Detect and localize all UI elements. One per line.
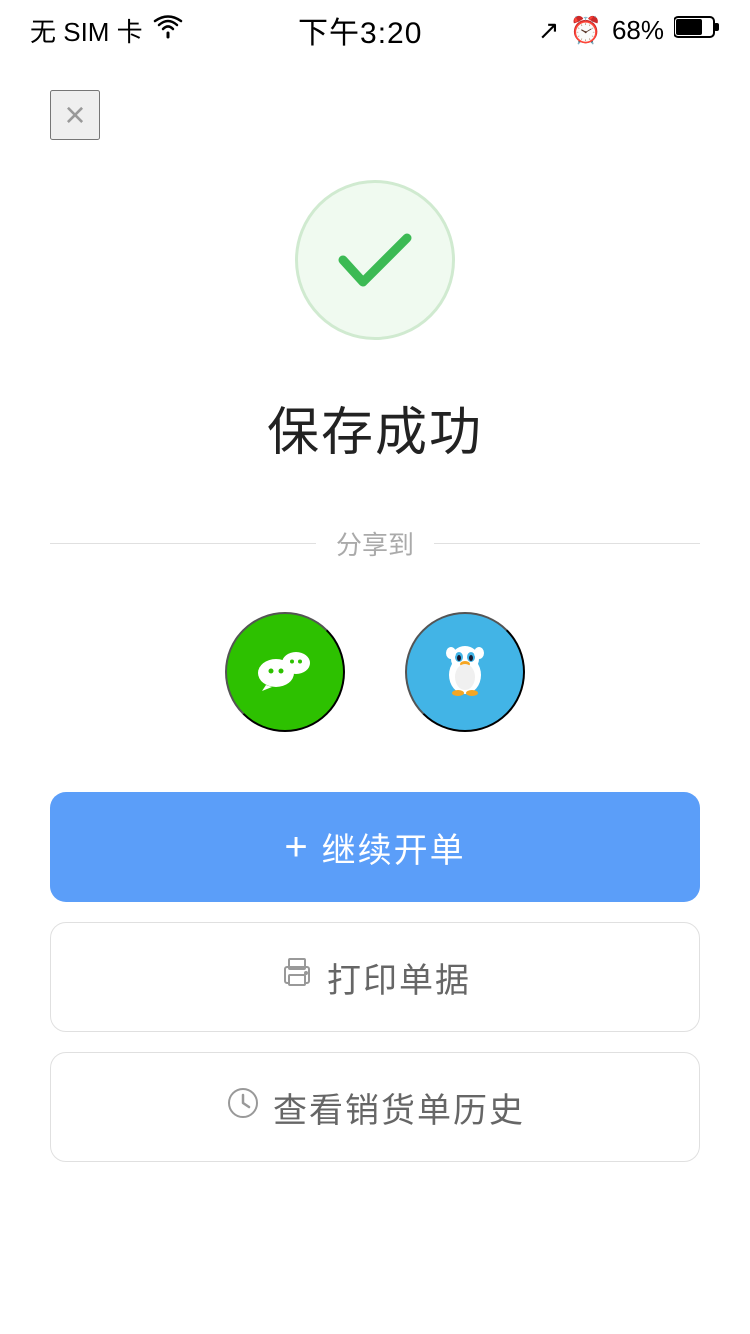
divider-right [434,543,700,544]
wechat-icon [250,637,320,707]
success-title: 保存成功 [267,390,483,465]
history-button[interactable]: 查看销货单历史 [50,1052,700,1162]
print-label: 打印单据 [327,953,471,1002]
action-buttons: + 继续开单 打印单据 查看销货单历史 [50,792,700,1162]
history-icon [225,1085,261,1129]
qq-icon [430,637,500,707]
wechat-share-button[interactable] [225,612,345,732]
continue-button[interactable]: + 继续开单 [50,792,700,902]
main-content: × 保存成功 分享到 [0,60,750,1162]
status-left: 无 SIM 卡 [30,12,183,49]
print-icon [279,957,315,997]
continue-label: 继续开单 [322,823,466,872]
share-section: 分享到 [50,525,700,732]
battery-text: 68% [612,15,664,46]
success-icon-circle [295,180,455,340]
location-icon: ↗ [538,15,560,46]
share-divider-row: 分享到 [50,525,700,562]
status-right: ↗ ⏰ 68% [538,15,720,46]
history-label: 查看销货单历史 [273,1083,525,1132]
battery-icon [674,15,720,46]
share-icons [225,612,525,732]
wifi-icon [153,14,183,46]
alarm-icon: ⏰ [570,15,602,46]
print-button[interactable]: 打印单据 [50,922,700,1032]
divider-left [50,543,316,544]
share-label: 分享到 [336,525,414,562]
plus-icon: + [284,825,309,870]
close-icon: × [64,94,85,136]
checkmark-icon [335,230,415,290]
close-button[interactable]: × [50,90,100,140]
status-time: 下午3:20 [298,8,422,52]
no-sim-text: 无 SIM 卡 [30,12,143,49]
status-bar: 无 SIM 卡 下午3:20 ↗ ⏰ 68% [0,0,750,60]
qq-share-button[interactable] [405,612,525,732]
